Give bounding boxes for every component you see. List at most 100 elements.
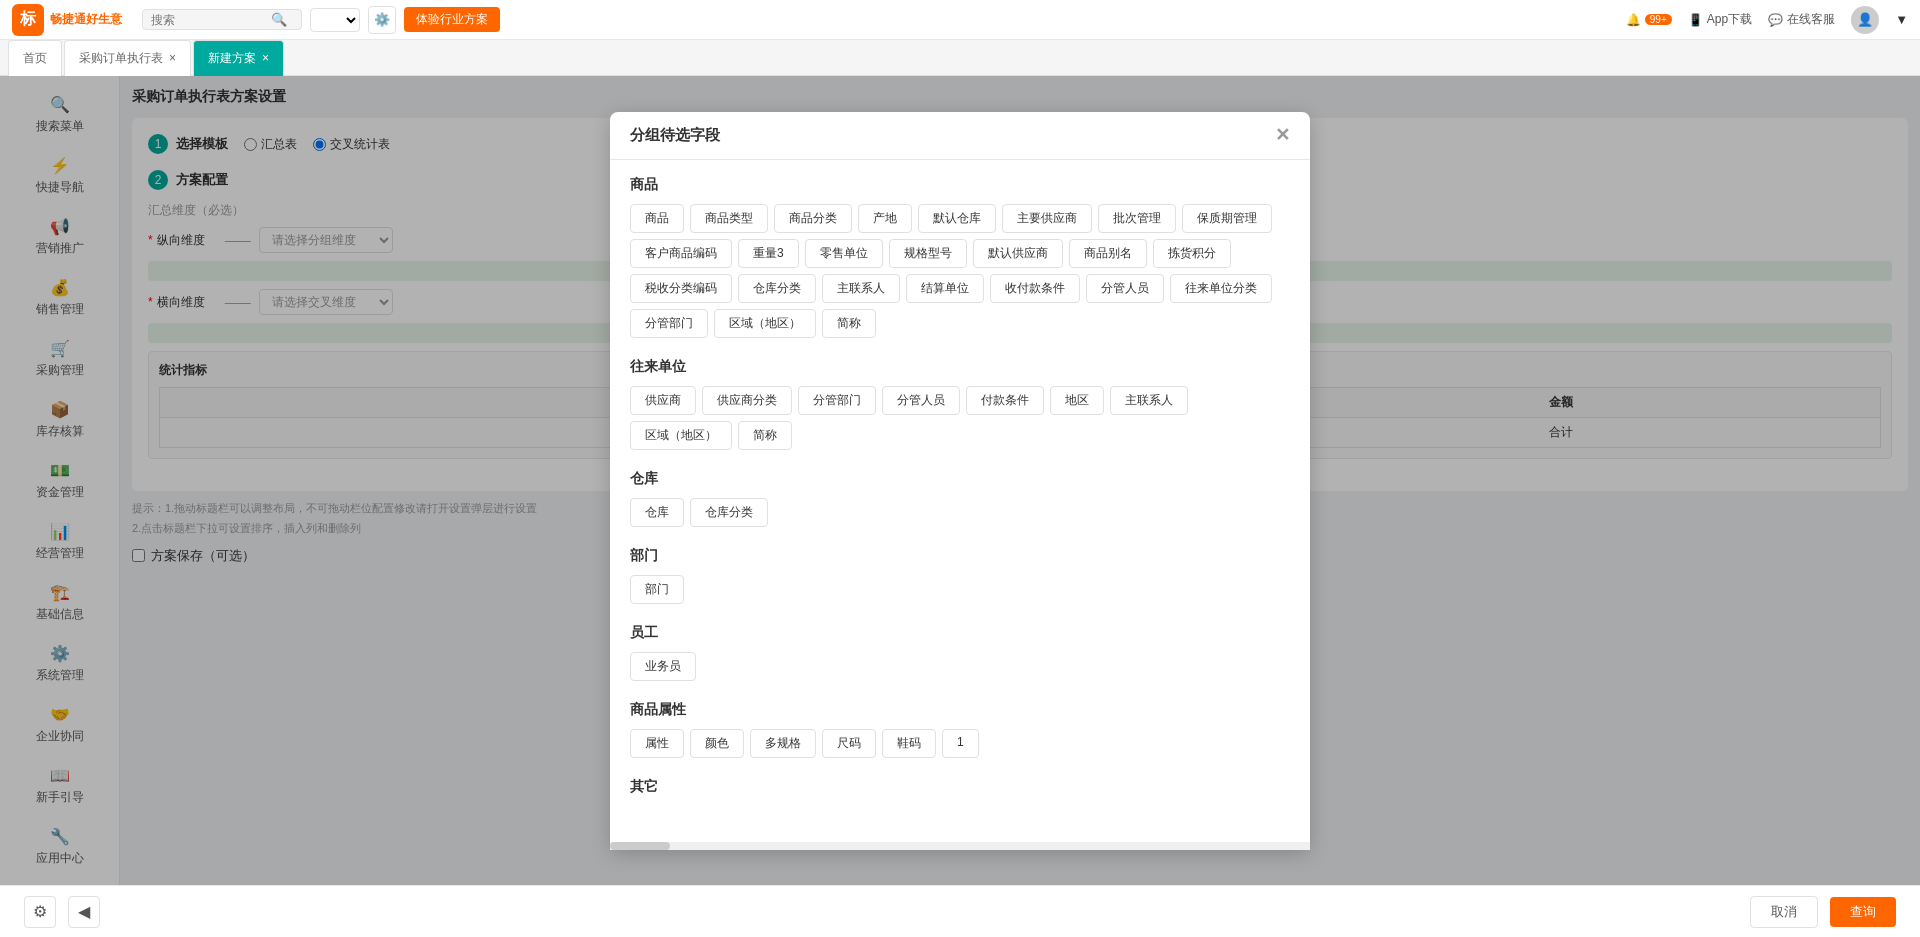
field-category-0: 商品商品商品类型商品分类产地默认仓库主要供应商批次管理保质期管理客户商品编码重量… <box>630 176 1290 338</box>
avatar[interactable]: 👤 <box>1851 6 1879 34</box>
field-tag-0-21[interactable]: 往来单位分类 <box>1170 274 1272 303</box>
field-tag-1-5[interactable]: 地区 <box>1050 386 1104 415</box>
header-dropdown[interactable] <box>310 8 360 32</box>
field-tag-5-4[interactable]: 鞋码 <box>882 729 936 758</box>
field-cat-title-1: 往来单位 <box>630 358 1290 376</box>
field-select-modal: 分组待选字段 ✕ 商品商品商品类型商品分类产地默认仓库主要供应商批次管理保质期管… <box>610 112 1310 850</box>
confirm-button[interactable]: 查询 <box>1830 897 1896 927</box>
gear-button[interactable]: ⚙️ <box>368 6 396 34</box>
app-download-item[interactable]: 📱 App下载 <box>1688 11 1752 28</box>
h-scrollbar-thumb[interactable] <box>610 842 670 850</box>
field-tag-1-8[interactable]: 简称 <box>738 421 792 450</box>
service-icon: 💬 <box>1768 13 1783 27</box>
field-tag-0-8[interactable]: 客户商品编码 <box>630 239 732 268</box>
field-cat-title-2: 仓库 <box>630 470 1290 488</box>
field-tag-0-23[interactable]: 区域（地区） <box>714 309 816 338</box>
tab-purchase-close[interactable]: × <box>169 51 176 65</box>
field-tag-0-4[interactable]: 默认仓库 <box>918 204 996 233</box>
search-input[interactable] <box>151 13 271 27</box>
modal-header: 分组待选字段 ✕ <box>610 112 1310 160</box>
field-tag-0-2[interactable]: 商品分类 <box>774 204 852 233</box>
field-tag-1-7[interactable]: 区域（地区） <box>630 421 732 450</box>
field-tag-5-1[interactable]: 颜色 <box>690 729 744 758</box>
field-tags-5: 属性颜色多规格尺码鞋码1 <box>630 729 1290 758</box>
field-tag-2-1[interactable]: 仓库分类 <box>690 498 768 527</box>
toggle-icon-btn[interactable]: ◀ <box>68 896 100 928</box>
header-btn-area: ⚙️ 体验行业方案 <box>310 6 500 34</box>
field-tag-0-7[interactable]: 保质期管理 <box>1182 204 1272 233</box>
logo-area: 标 畅捷通好生意 <box>12 4 132 36</box>
field-tag-0-5[interactable]: 主要供应商 <box>1002 204 1092 233</box>
field-tag-0-11[interactable]: 规格型号 <box>889 239 967 268</box>
field-tag-0-24[interactable]: 简称 <box>822 309 876 338</box>
notifications-item[interactable]: 🔔 99+ <box>1626 13 1672 27</box>
field-tag-0-20[interactable]: 分管人员 <box>1086 274 1164 303</box>
field-cat-title-4: 员工 <box>630 624 1290 642</box>
field-tag-0-9[interactable]: 重量3 <box>738 239 799 268</box>
field-category-5: 商品属性属性颜色多规格尺码鞋码1 <box>630 701 1290 758</box>
tab-purchase-order[interactable]: 采购订单执行表 × <box>64 40 191 76</box>
field-tag-1-1[interactable]: 供应商分类 <box>702 386 792 415</box>
modal-close-btn[interactable]: ✕ <box>1275 126 1290 144</box>
field-category-1: 往来单位供应商供应商分类分管部门分管人员付款条件地区主联系人区域（地区）简称 <box>630 358 1290 450</box>
field-category-3: 部门部门 <box>630 547 1290 604</box>
settings-icon-btn[interactable]: ⚙ <box>24 896 56 928</box>
online-service-item[interactable]: 💬 在线客服 <box>1768 11 1835 28</box>
field-cat-title-6: 其它 <box>630 778 1290 796</box>
field-tag-4-0[interactable]: 业务员 <box>630 652 696 681</box>
header-search-box: 🔍 <box>142 9 302 30</box>
field-tag-1-6[interactable]: 主联系人 <box>1110 386 1188 415</box>
field-tag-0-17[interactable]: 主联系人 <box>822 274 900 303</box>
user-expand-icon: ▼ <box>1895 12 1908 27</box>
notifications-badge: 99+ <box>1645 14 1672 25</box>
field-tag-0-16[interactable]: 仓库分类 <box>738 274 816 303</box>
field-tag-0-0[interactable]: 商品 <box>630 204 684 233</box>
field-tag-2-0[interactable]: 仓库 <box>630 498 684 527</box>
field-tag-1-0[interactable]: 供应商 <box>630 386 696 415</box>
tab-home-label: 首页 <box>23 50 47 67</box>
avatar-icon: 👤 <box>1857 12 1873 27</box>
field-tag-0-18[interactable]: 结算单位 <box>906 274 984 303</box>
field-tag-1-3[interactable]: 分管人员 <box>882 386 960 415</box>
field-tag-1-2[interactable]: 分管部门 <box>798 386 876 415</box>
tab-new-plan-close[interactable]: × <box>262 51 269 65</box>
logo-text: 畅捷通好生意 <box>50 11 122 28</box>
field-tag-5-0[interactable]: 属性 <box>630 729 684 758</box>
tab-new-plan[interactable]: 新建方案 × <box>193 40 284 76</box>
field-tag-0-13[interactable]: 商品别名 <box>1069 239 1147 268</box>
field-tag-0-6[interactable]: 批次管理 <box>1098 204 1176 233</box>
field-tag-0-10[interactable]: 零售单位 <box>805 239 883 268</box>
field-tag-0-22[interactable]: 分管部门 <box>630 309 708 338</box>
top-header: 标 畅捷通好生意 🔍 ⚙️ 体验行业方案 🔔 99+ 📱 App下载 💬 在线客… <box>0 0 1920 40</box>
field-tag-0-19[interactable]: 收付款条件 <box>990 274 1080 303</box>
field-category-6: 其它 <box>630 778 1290 806</box>
logo-icon: 标 <box>12 4 44 36</box>
tab-new-plan-label: 新建方案 <box>208 50 256 67</box>
field-tag-3-0[interactable]: 部门 <box>630 575 684 604</box>
app-download-label: App下载 <box>1707 11 1752 28</box>
field-tag-0-1[interactable]: 商品类型 <box>690 204 768 233</box>
field-tags-1: 供应商供应商分类分管部门分管人员付款条件地区主联系人区域（地区）简称 <box>630 386 1290 450</box>
field-tags-3: 部门 <box>630 575 1290 604</box>
field-category-2: 仓库仓库仓库分类 <box>630 470 1290 527</box>
field-tag-5-5[interactable]: 1 <box>942 729 979 758</box>
field-cat-title-0: 商品 <box>630 176 1290 194</box>
field-tag-5-2[interactable]: 多规格 <box>750 729 816 758</box>
bell-icon: 🔔 <box>1626 13 1641 27</box>
field-tag-0-12[interactable]: 默认供应商 <box>973 239 1063 268</box>
field-tag-0-14[interactable]: 拣货积分 <box>1153 239 1231 268</box>
modal-h-scrollbar[interactable] <box>610 842 1310 850</box>
tab-home[interactable]: 首页 <box>8 40 62 76</box>
experience-btn[interactable]: 体验行业方案 <box>404 7 500 32</box>
field-tag-5-3[interactable]: 尺码 <box>822 729 876 758</box>
bottom-bar: ⚙ ◀ 取消 查询 <box>0 885 1920 937</box>
field-tag-1-4[interactable]: 付款条件 <box>966 386 1044 415</box>
field-cat-title-5: 商品属性 <box>630 701 1290 719</box>
bottom-left: ⚙ ◀ <box>24 896 100 928</box>
tab-purchase-label: 采购订单执行表 <box>79 50 163 67</box>
search-icon: 🔍 <box>271 12 287 27</box>
field-tags-0: 商品商品类型商品分类产地默认仓库主要供应商批次管理保质期管理客户商品编码重量3零… <box>630 204 1290 338</box>
cancel-button[interactable]: 取消 <box>1750 896 1818 928</box>
field-tag-0-3[interactable]: 产地 <box>858 204 912 233</box>
field-tag-0-15[interactable]: 税收分类编码 <box>630 274 732 303</box>
